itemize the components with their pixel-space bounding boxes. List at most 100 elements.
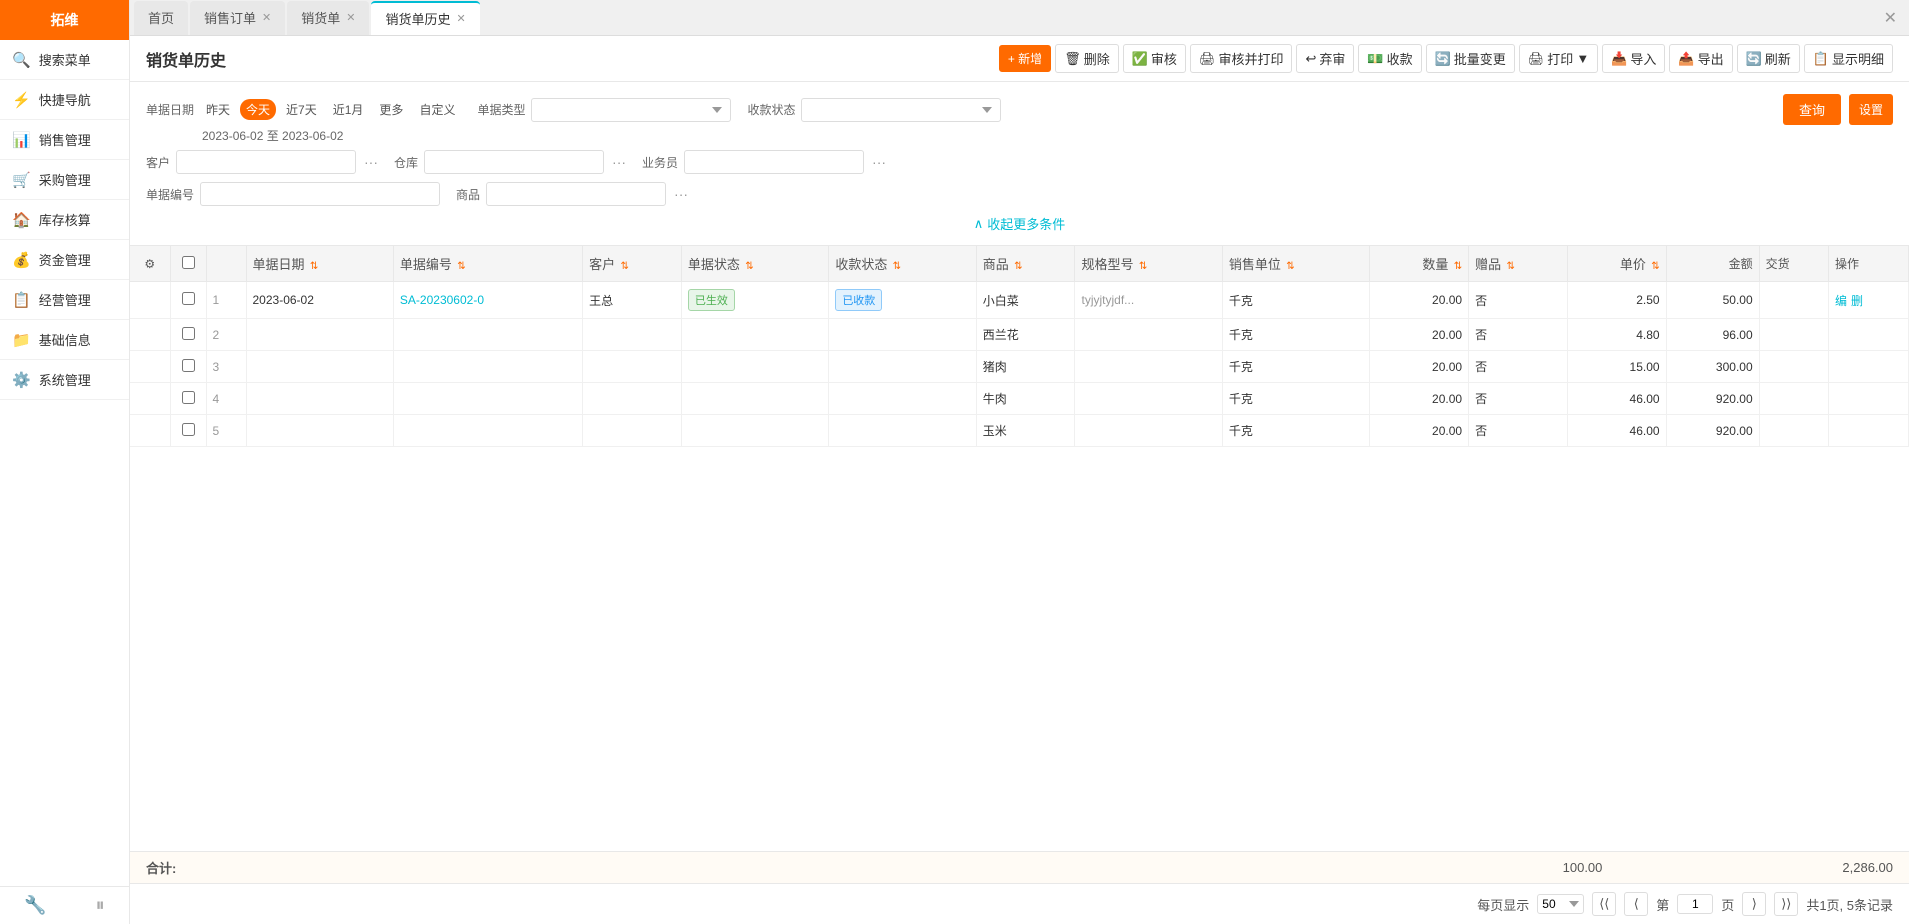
- row-quantity: 20.00: [1370, 319, 1469, 351]
- th-collect-status[interactable]: 收款状态 ⇅: [829, 246, 976, 282]
- th-spec-type[interactable]: 规格型号 ⇅: [1075, 246, 1222, 282]
- warehouse-ellipsis[interactable]: ···: [612, 154, 626, 170]
- row-doc-no[interactable]: SA-20230602-0: [393, 282, 582, 319]
- sidebar-item-quick-nav[interactable]: ⚡ 快捷导航: [0, 80, 129, 120]
- row-edit-button[interactable]: 编: [1835, 294, 1847, 308]
- sidebar-pause-icon[interactable]: ⏸: [96, 895, 105, 916]
- tab-sales-goods[interactable]: 销货单 ✕: [287, 1, 369, 35]
- th-quantity[interactable]: 数量 ⇅: [1370, 246, 1469, 282]
- row-checkbox[interactable]: [182, 391, 195, 404]
- date-preset-7days[interactable]: 近7天: [280, 99, 323, 120]
- row-doc-no[interactable]: [393, 383, 582, 415]
- print-button[interactable]: 🖨 打印 ▼: [1519, 44, 1598, 73]
- row-checkbox[interactable]: [182, 327, 195, 340]
- row-gear: [130, 351, 170, 383]
- row-checkbox[interactable]: [182, 292, 195, 305]
- th-doc-date[interactable]: 单据日期 ⇅: [246, 246, 393, 282]
- abandon-button[interactable]: ↩ 弃审: [1296, 44, 1354, 73]
- row-doc-no[interactable]: [393, 319, 582, 351]
- date-preset-yesterday[interactable]: 昨天: [200, 99, 236, 120]
- filter-settings-button[interactable]: 设置: [1849, 94, 1893, 125]
- sidebar-item-search-menu[interactable]: 🔍 搜索菜单: [0, 40, 129, 80]
- show-detail-button[interactable]: 📋 显示明细: [1804, 44, 1893, 73]
- date-preset-today[interactable]: 今天: [240, 99, 276, 120]
- tab-bar: 首页 销售订单 ✕ 销货单 ✕ 销货单历史 ✕ ✕: [130, 0, 1909, 36]
- detail-icon: 📋: [1813, 51, 1829, 67]
- sidebar-item-label: 库存核算: [39, 210, 91, 229]
- customer-ellipsis[interactable]: ···: [364, 154, 378, 170]
- row-amount: 300.00: [1666, 351, 1759, 383]
- date-preset-more[interactable]: 更多: [373, 99, 409, 120]
- th-amount[interactable]: 金额: [1666, 246, 1759, 282]
- warehouse-input[interactable]: [424, 150, 604, 174]
- sidebar-item-sales[interactable]: 📊 销售管理: [0, 120, 129, 160]
- refresh-button[interactable]: 🔄 刷新: [1737, 44, 1800, 73]
- sidebar-item-inventory[interactable]: 🏠 库存核算: [0, 200, 129, 240]
- new-button[interactable]: + 新增: [999, 45, 1051, 72]
- tab-sales-goods-close[interactable]: ✕: [346, 11, 355, 24]
- sidebar-item-system[interactable]: ⚙️ 系统管理: [0, 360, 129, 400]
- pagination-prev[interactable]: ⟨: [1624, 892, 1648, 916]
- sidebar-item-operations[interactable]: 📋 经营管理: [0, 280, 129, 320]
- doc-type-select[interactable]: [531, 98, 731, 122]
- filter-agent: 业务员 ···: [642, 150, 886, 174]
- customer-input[interactable]: [176, 150, 356, 174]
- goods-input[interactable]: [486, 182, 666, 206]
- review-print-button[interactable]: 🖨 审核并打印: [1190, 44, 1293, 73]
- tab-sales-history[interactable]: 销货单历史 ✕: [371, 1, 479, 35]
- row-checkbox[interactable]: [182, 359, 195, 372]
- filter-row-1: 单据日期 昨天 今天 近7天 近1月 更多 自定义 单据类型: [146, 94, 1893, 125]
- th-sales-unit[interactable]: 销售单位 ⇅: [1222, 246, 1369, 282]
- page-size-select[interactable]: 50 20 100: [1537, 894, 1584, 914]
- batch-change-button[interactable]: 🔄 批量变更: [1426, 44, 1515, 73]
- delete-button[interactable]: 🗑 删除: [1055, 44, 1119, 73]
- th-unit-price[interactable]: 单价 ⇅: [1567, 246, 1666, 282]
- sidebar-item-finance[interactable]: 💰 资金管理: [0, 240, 129, 280]
- sidebar-item-basic-info[interactable]: 📁 基础信息: [0, 320, 129, 360]
- pagination-first[interactable]: ⟨⟨: [1592, 892, 1616, 916]
- collect-status-select[interactable]: [801, 98, 1001, 122]
- tab-sales-goods-label: 销货单: [301, 8, 340, 27]
- import-icon: 📥: [1611, 51, 1627, 67]
- review-button[interactable]: ✅ 审核: [1123, 44, 1186, 73]
- th-doc-no[interactable]: 单据编号 ⇅: [393, 246, 582, 282]
- goods-ellipsis[interactable]: ···: [674, 186, 688, 202]
- th-gear[interactable]: ⚙: [130, 246, 170, 282]
- query-button[interactable]: 查询: [1783, 94, 1841, 125]
- select-all-checkbox[interactable]: [182, 256, 195, 269]
- row-doc-no[interactable]: [393, 415, 582, 447]
- date-preset-custom[interactable]: 自定义: [413, 99, 461, 120]
- sidebar-settings-icon[interactable]: 🔧: [24, 895, 46, 916]
- row-delete-button[interactable]: 删: [1851, 294, 1863, 308]
- import-button[interactable]: 📥 导入: [1602, 44, 1665, 73]
- row-customer: [583, 415, 682, 447]
- row-checkbox[interactable]: [182, 423, 195, 436]
- pagination-next[interactable]: ⟩: [1742, 892, 1766, 916]
- doc-no-input[interactable]: [200, 182, 440, 206]
- pagination-last[interactable]: ⟩⟩: [1774, 892, 1798, 916]
- tab-sales-history-close[interactable]: ✕: [457, 12, 466, 25]
- tab-sales-order[interactable]: 销售订单 ✕: [190, 1, 285, 35]
- export-button[interactable]: 📤 导出: [1669, 44, 1732, 73]
- page-number-input[interactable]: [1677, 894, 1713, 914]
- collect-status-label: 收款状态: [747, 101, 795, 118]
- row-spec-type: [1075, 319, 1222, 351]
- sort-icon-unit: ⇅: [1286, 261, 1294, 272]
- th-goods[interactable]: 商品 ⇅: [976, 246, 1075, 282]
- tab-home[interactable]: 首页: [134, 1, 188, 35]
- th-gift[interactable]: 赠品 ⇅: [1469, 246, 1568, 282]
- sidebar-item-purchase[interactable]: 🛒 采购管理: [0, 160, 129, 200]
- row-transaction: [1759, 319, 1828, 351]
- collect-button[interactable]: 💵 收款: [1358, 44, 1421, 73]
- close-all-tabs-button[interactable]: ✕: [1876, 4, 1905, 32]
- date-preset-1month[interactable]: 近1月: [327, 99, 370, 120]
- th-customer[interactable]: 客户 ⇅: [583, 246, 682, 282]
- collapse-filter-button[interactable]: ∧ 收起更多条件: [146, 214, 1893, 233]
- th-doc-status[interactable]: 单据状态 ⇅: [681, 246, 828, 282]
- row-doc-no[interactable]: [393, 351, 582, 383]
- tab-sales-order-close[interactable]: ✕: [262, 11, 271, 24]
- print-dropdown-icon: ▼: [1576, 51, 1589, 66]
- agent-ellipsis[interactable]: ···: [872, 154, 886, 170]
- row-doc-status: [681, 319, 828, 351]
- agent-input[interactable]: [684, 150, 864, 174]
